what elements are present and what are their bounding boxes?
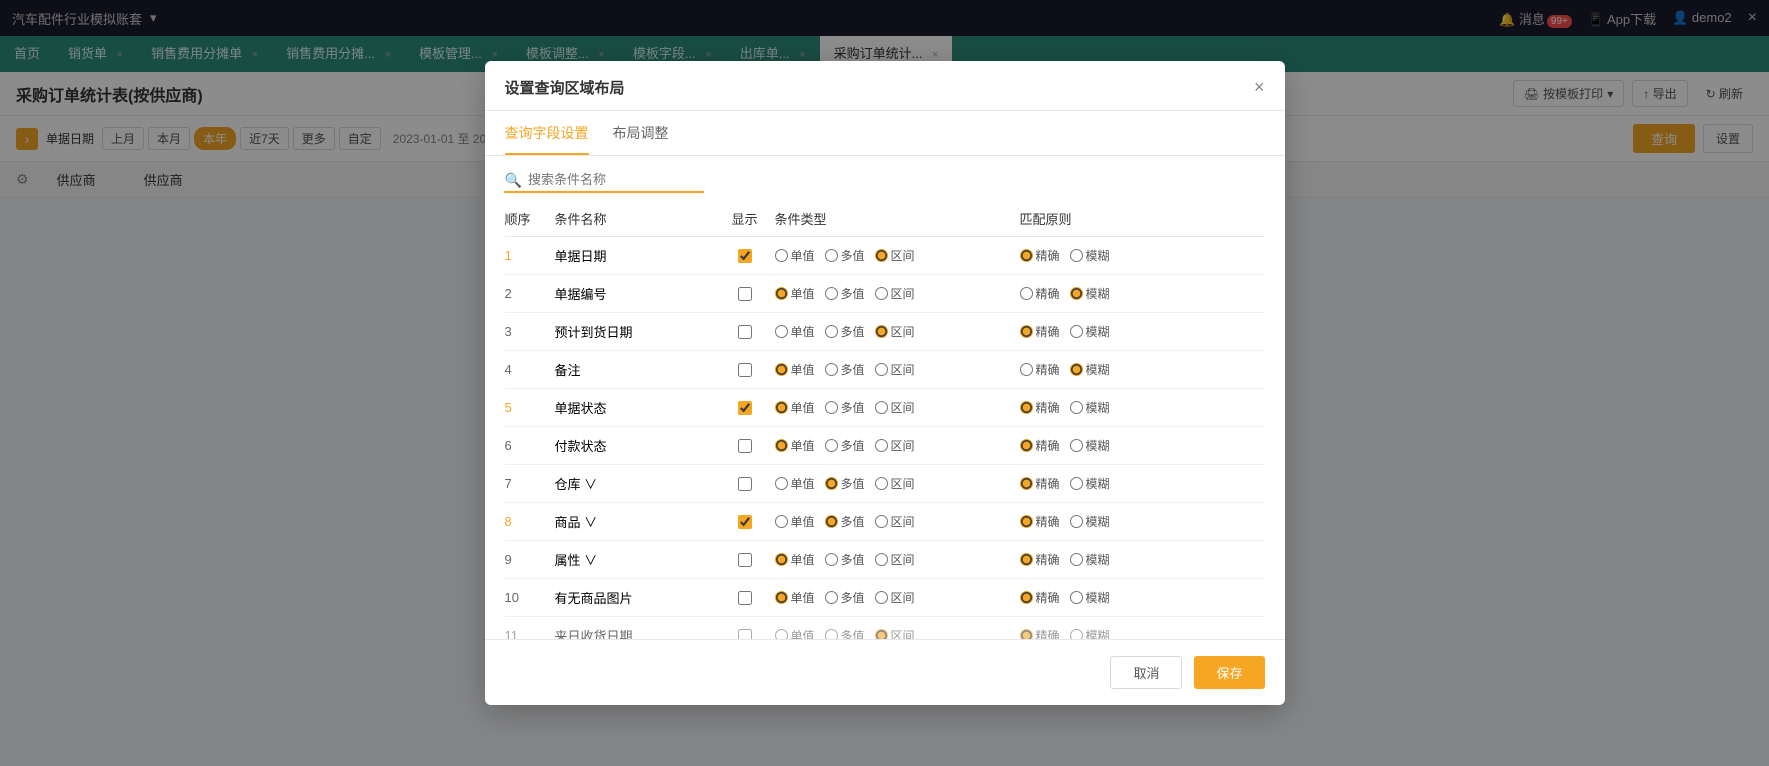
cell-type-8: 单值 多值 区间 [775,513,1020,530]
table-row-partial: 11 来日收货日期 单值 多值 区间 精确 模糊 [505,617,1265,639]
cell-check-9[interactable] [715,553,775,567]
cell-match-9: 精确 模糊 [1020,551,1265,568]
dialog-table: 顺序 条件名称 显示 条件类型 匹配原则 1 单据日期 单值 多值 区间 精确 … [485,201,1285,639]
cell-type-11: 单值 多值 区间 [775,627,1020,639]
cell-name-8: 商品 ∨ [555,512,715,531]
cell-type-10: 单值 多值 区间 [775,589,1020,606]
cell-type-5: 单值 多值 区间 [775,399,1020,416]
cell-check-8[interactable] [715,515,775,529]
cell-num-3: 3 [505,324,555,339]
table-row: 9 属性 ∨ 单值 多值 区间 精确 模糊 [505,541,1265,579]
cell-match-10: 精确 模糊 [1020,589,1265,606]
head-match: 匹配原则 [1020,209,1265,228]
cell-check-4[interactable] [715,363,775,377]
cell-check-11[interactable] [715,629,775,640]
cell-match-11: 精确 模糊 [1020,627,1265,639]
cell-match-1: 精确 模糊 [1020,247,1265,264]
head-name: 条件名称 [555,209,715,228]
cell-num-11: 11 [505,628,555,639]
cell-type-2: 单值 多值 区间 [775,285,1020,302]
cell-type-1: 单值 多值 区间 [775,247,1020,264]
settings-dialog: 设置查询区域布局 × 查询字段设置 布局调整 🔍 顺序 条件名称 显示 条件类型… [485,61,1285,705]
cell-name-1: 单据日期 [555,246,715,265]
cell-match-5: 精确 模糊 [1020,399,1265,416]
table-row: 10 有无商品图片 单值 多值 区间 精确 模糊 [505,579,1265,617]
table-row: 6 付款状态 单值 多值 区间 精确 模糊 [505,427,1265,465]
cell-num-6: 6 [505,438,555,453]
cell-check-6[interactable] [715,439,775,453]
cell-num-8: 8 [505,514,555,529]
cell-match-8: 精确 模糊 [1020,513,1265,530]
cell-name-9: 属性 ∨ [555,550,715,569]
cell-name-10: 有无商品图片 [555,588,715,607]
cell-num-2: 2 [505,286,555,301]
table-row: 5 单据状态 单值 多值 区间 精确 模糊 [505,389,1265,427]
table-row: 3 预计到货日期 单值 多值 区间 精确 模糊 [505,313,1265,351]
cell-type-7: 单值 多值 区间 [775,475,1020,492]
cell-name-2: 单据编号 [555,284,715,303]
cancel-button[interactable]: 取消 [1110,656,1182,689]
cell-name-3: 预计到货日期 [555,322,715,341]
cell-match-4: 精确 模糊 [1020,361,1265,378]
cell-type-4: 单值 多值 区间 [775,361,1020,378]
cell-check-3[interactable] [715,325,775,339]
cell-check-10[interactable] [715,591,775,605]
table-row: 8 商品 ∨ 单值 多值 区间 精确 模糊 [505,503,1265,541]
save-button[interactable]: 保存 [1194,656,1264,689]
cell-type-6: 单值 多值 区间 [775,437,1020,454]
dialog-footer: 取消 保存 [485,639,1285,705]
cell-check-1[interactable] [715,249,775,263]
head-display: 显示 [715,209,775,228]
cell-num-1: 1 [505,248,555,263]
dialog-header: 设置查询区域布局 × [485,61,1285,111]
dialog-title: 设置查询区域布局 [505,77,625,98]
cell-name-11: 来日收货日期 [555,626,715,639]
table-row: 1 单据日期 单值 多值 区间 精确 模糊 [505,237,1265,275]
dialog-tabs: 查询字段设置 布局调整 [485,111,1285,156]
head-type: 条件类型 [775,209,1020,228]
table-row: 4 备注 单值 多值 区间 精确 模糊 [505,351,1265,389]
table-row: 7 仓库 ∨ 单值 多值 区间 精确 模糊 [505,465,1265,503]
cell-name-4: 备注 [555,360,715,379]
cell-name-5: 单据状态 [555,398,715,417]
cell-name-6: 付款状态 [555,436,715,455]
cell-type-3: 单值 多值 区间 [775,323,1020,340]
table-row: 2 单据编号 单值 多值 区间 精确 模糊 [505,275,1265,313]
dialog-close-button[interactable]: × [1254,77,1265,98]
cell-num-7: 7 [505,476,555,491]
search-icon: 🔍 [505,172,522,189]
cell-match-7: 精确 模糊 [1020,475,1265,492]
cell-num-9: 9 [505,552,555,567]
tab-query-fields[interactable]: 查询字段设置 [505,123,589,155]
cell-match-2: 精确 模糊 [1020,285,1265,302]
cell-match-3: 精确 模糊 [1020,323,1265,340]
cell-num-10: 10 [505,590,555,605]
cell-type-9: 单值 多值 区间 [775,551,1020,568]
cell-name-7: 仓库 ∨ [555,474,715,493]
cell-match-6: 精确 模糊 [1020,437,1265,454]
tab-layout[interactable]: 布局调整 [613,123,669,155]
cell-check-2[interactable] [715,287,775,301]
cell-check-5[interactable] [715,401,775,415]
dialog-search-bar: 🔍 [485,156,1285,201]
cell-num-5: 5 [505,400,555,415]
search-input[interactable] [504,168,704,193]
cell-num-4: 4 [505,362,555,377]
cell-check-7[interactable] [715,477,775,491]
table-head-row: 顺序 条件名称 显示 条件类型 匹配原则 [505,201,1265,237]
head-order: 顺序 [505,209,555,228]
